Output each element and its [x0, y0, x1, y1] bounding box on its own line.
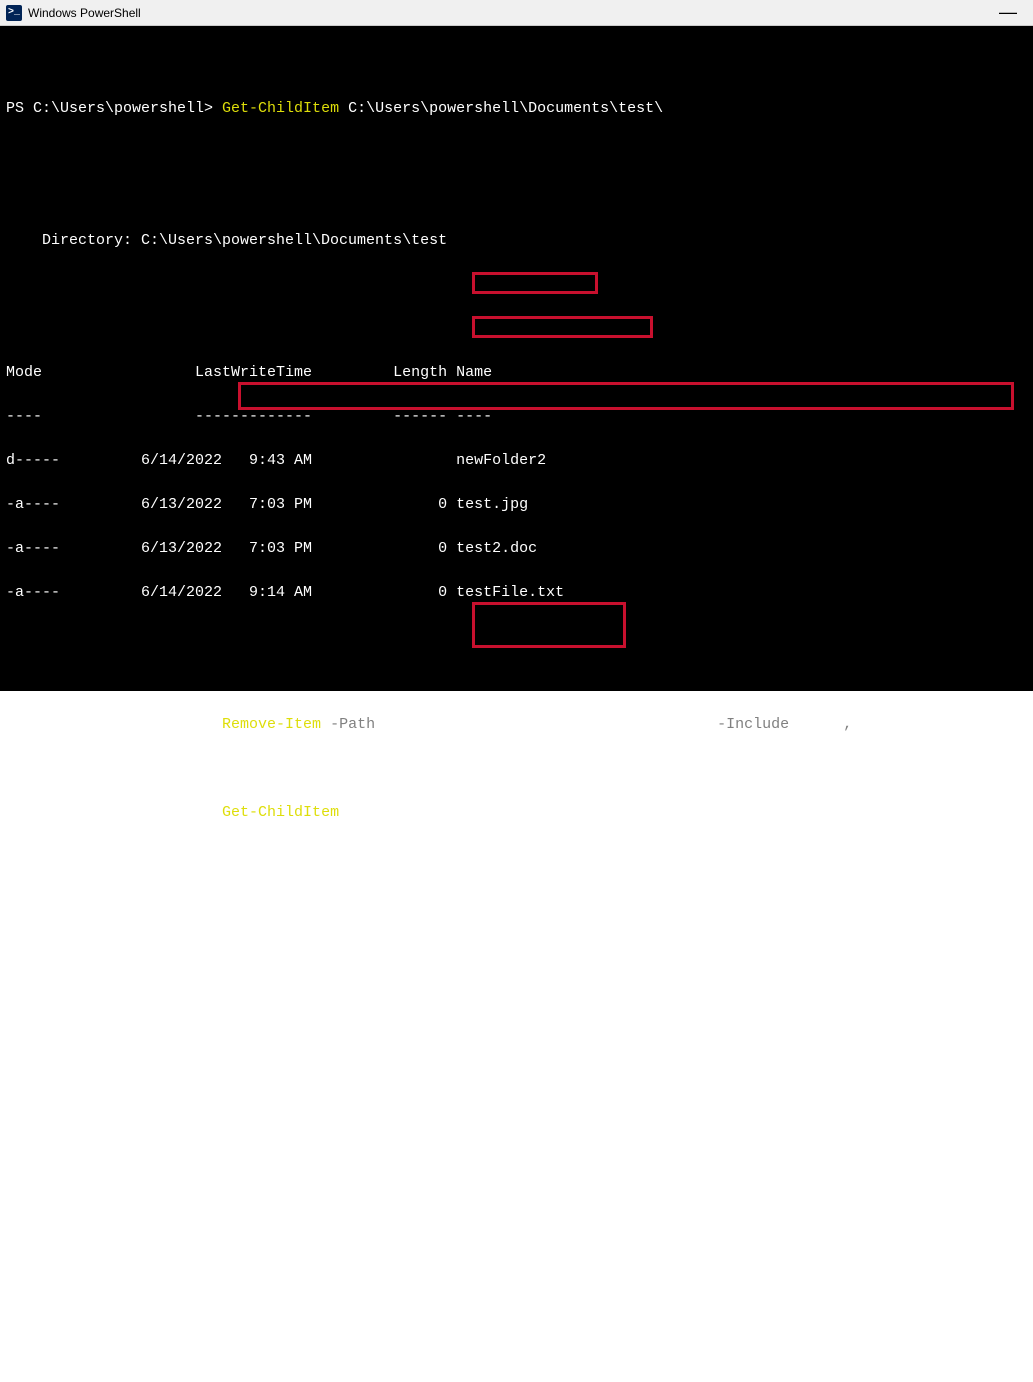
cmd-arg: *.txt [852, 716, 906, 733]
prompt: PS C:\Users\powershell> [6, 100, 222, 117]
cmdlet: Get-ChildItem [222, 804, 339, 821]
cmd-arg: *.jpg [789, 716, 843, 733]
empty-line [6, 890, 1033, 912]
param: -Path [321, 716, 375, 733]
empty-line [6, 978, 1033, 1000]
comma: , [843, 716, 852, 733]
window-title: Windows PowerShell [28, 6, 989, 20]
empty-line [6, 54, 1033, 76]
empty-line [6, 846, 1033, 868]
command-line-1: PS C:\Users\powershell> Get-ChildItem C:… [6, 98, 1033, 120]
table-row: -a---- 6/13/2022 7:03 PM 0 test2.doc [6, 1198, 1033, 1220]
prompt: PS C:\Users\powershell> [6, 1332, 213, 1349]
directory-label: Directory: C:\Users\powershell\Documents… [6, 934, 1033, 956]
cursor [215, 1331, 224, 1349]
empty-line [6, 318, 1033, 340]
table-header-sep: ---- ------------- ------ ---- [6, 1110, 1033, 1132]
command-line-2: PS C:\Users\powershell> Remove-Item -Pat… [6, 714, 1033, 736]
table-header-sep: ---- ------------- ------ ---- [6, 406, 1033, 428]
cmd-arg: C:\Users\powershell\Documents\test\ [339, 804, 663, 821]
window-titlebar: >_ Windows PowerShell — [0, 0, 1033, 26]
prompt-line: PS C:\Users\powershell> [6, 1330, 1033, 1352]
empty-line [6, 274, 1033, 296]
empty-line [6, 1242, 1033, 1264]
powershell-icon: >_ [6, 5, 22, 21]
command-line-3: PS C:\Users\powershell> Get-ChildItem C:… [6, 802, 1033, 824]
table-header: Mode LastWriteTime Length Name [6, 362, 1033, 384]
prompt: PS C:\Users\powershell> [6, 716, 222, 733]
cmd-arg: C:\Users\powershell\Documents\test\ [339, 100, 663, 117]
table-row: d----- 6/14/2022 9:43 AM newFolder2 [6, 450, 1033, 472]
empty-line [6, 142, 1033, 164]
prompt: PS C:\Users\powershell> [6, 804, 222, 821]
terminal-area[interactable]: PS C:\Users\powershell> Get-ChildItem C:… [0, 26, 1033, 691]
empty-line [6, 186, 1033, 208]
cmdlet: Get-ChildItem [222, 100, 339, 117]
empty-line [6, 626, 1033, 648]
cmd-arg: C:\Users\powershell\Documents\test\* [375, 716, 708, 733]
empty-line [6, 1286, 1033, 1308]
minimize-button[interactable]: — [989, 2, 1027, 23]
prompt-line: PS C:\Users\powershell> [6, 758, 1033, 780]
table-row: -a---- 6/13/2022 7:03 PM 0 test.jpg [6, 494, 1033, 516]
table-row: -a---- 6/13/2022 7:03 PM 0 test2.doc [6, 538, 1033, 560]
empty-line [6, 1022, 1033, 1044]
directory-label: Directory: C:\Users\powershell\Documents… [6, 230, 1033, 252]
table-header: Mode LastWriteTime Length Name [6, 1066, 1033, 1088]
table-row: d----- 6/14/2022 9:43 AM newFolder2 [6, 1154, 1033, 1176]
param: -Include [708, 716, 789, 733]
cmdlet: Remove-Item [222, 716, 321, 733]
empty-line [6, 670, 1033, 692]
table-row: -a---- 6/14/2022 9:14 AM 0 testFile.txt [6, 582, 1033, 604]
